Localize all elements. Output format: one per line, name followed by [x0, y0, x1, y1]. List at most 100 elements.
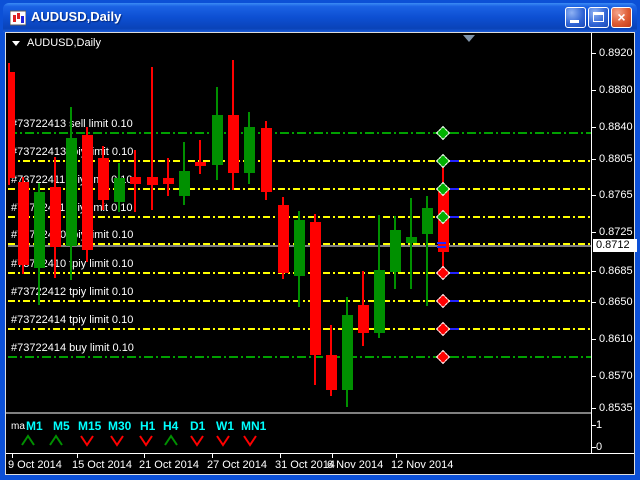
order-fill-tick	[450, 300, 459, 302]
candle	[261, 128, 272, 192]
candle	[50, 187, 61, 247]
timeframe-label-h4[interactable]: H4	[163, 419, 178, 433]
candle	[18, 182, 29, 265]
date-axis-label: 9 Oct 2014	[8, 459, 62, 471]
candle	[114, 178, 125, 202]
close-button[interactable]: ×	[611, 7, 632, 28]
order-fill-tick	[450, 216, 459, 218]
subwindow-scale-label: 0	[596, 441, 602, 453]
order-fill-tick	[450, 188, 459, 190]
timeframe-label-m1[interactable]: M1	[26, 419, 43, 433]
price-axis-label: 0.8920	[599, 47, 633, 59]
candle	[195, 162, 206, 166]
main-chart[interactable]: AUDUSD,Daily #73722413 sell limit 0.10#7…	[8, 33, 591, 413]
price-axis-label: 0.8840	[599, 121, 633, 133]
timeframe-label-d1[interactable]: D1	[190, 419, 205, 433]
date-axis-tick	[212, 454, 213, 458]
price-axis-tick	[591, 195, 596, 196]
order-line-label: #73722414 tpiy limit 0.10	[11, 314, 133, 327]
price-axis-tick	[591, 127, 596, 128]
candle	[228, 115, 239, 173]
order-entry-marker-icon	[436, 154, 450, 168]
title-bar[interactable]: AUDUSD,Daily	[3, 3, 637, 32]
arrow-up-icon	[20, 433, 36, 453]
order-fill-tick	[437, 242, 446, 244]
order-entry-marker-icon	[436, 266, 450, 280]
order-line[interactable]	[8, 328, 591, 330]
window-chart-icon[interactable]	[10, 10, 26, 26]
price-axis-tick	[591, 232, 596, 233]
candle	[34, 192, 45, 268]
arrow-up-icon	[163, 433, 179, 453]
close-icon: ×	[612, 9, 631, 26]
order-line-label: #73722412 tpiy limit 0.10	[11, 286, 133, 299]
current-price-badge: 0.8712	[593, 239, 637, 252]
candle-wick	[167, 158, 169, 196]
chevron-down-icon	[12, 41, 20, 46]
order-entry-marker-icon	[436, 350, 450, 364]
timeframe-label-h1[interactable]: H1	[140, 419, 155, 433]
order-line-label: #73722414 buy limit 0.10	[11, 342, 134, 355]
order-line[interactable]	[8, 160, 591, 162]
minimize-button[interactable]	[565, 7, 586, 28]
order-line[interactable]	[8, 188, 591, 190]
price-axis-tick	[591, 159, 596, 160]
timeframe-label-m30[interactable]: M30	[108, 419, 131, 433]
order-fill-tick	[450, 272, 459, 274]
price-axis-label: 0.8570	[599, 370, 633, 382]
order-entry-marker-icon	[436, 126, 450, 140]
timeframe-label-w1[interactable]: W1	[216, 419, 234, 433]
price-axis-tick	[591, 53, 596, 54]
candle-wick	[151, 67, 153, 210]
candle	[390, 230, 401, 272]
price-axis-label: 0.8535	[599, 402, 633, 414]
timeframe-label-m15[interactable]: M15	[78, 419, 101, 433]
order-line[interactable]	[8, 356, 591, 358]
price-axis-label: 0.8685	[599, 265, 633, 277]
price-axis-tick	[591, 339, 596, 340]
maximize-icon	[593, 12, 604, 22]
date-axis-label: 21 Oct 2014	[139, 459, 199, 471]
minimize-icon	[570, 20, 579, 23]
price-axis-tick	[591, 376, 596, 377]
candle	[66, 138, 77, 246]
symbol-label: AUDUSD,Daily	[27, 37, 101, 49]
price-axis-tick	[591, 90, 596, 91]
symbol-selector[interactable]: AUDUSD,Daily	[12, 37, 101, 49]
arrow-down-icon	[189, 433, 205, 453]
order-fill-tick	[450, 328, 459, 330]
candle	[358, 305, 369, 333]
date-axis-tick	[144, 454, 145, 458]
price-axis-label: 0.8650	[599, 296, 633, 308]
maximize-button[interactable]	[588, 7, 609, 28]
date-axis-tick	[12, 454, 13, 458]
timeframe-label-m5[interactable]: M5	[53, 419, 70, 433]
order-line[interactable]	[8, 132, 591, 134]
date-axis-tick	[396, 454, 397, 458]
price-axis-label: 0.8725	[599, 226, 633, 238]
candle	[130, 177, 141, 184]
price-axis-label: 0.8805	[599, 153, 633, 165]
arrow-down-icon	[215, 433, 231, 453]
candle	[147, 177, 158, 185]
candle	[406, 237, 417, 243]
order-line-label: #73722410 tpiy limit 0.10	[11, 258, 133, 271]
arrow-down-icon	[109, 433, 125, 453]
price-axis-label: 0.8765	[599, 189, 633, 201]
arrow-down-icon	[138, 433, 154, 453]
date-axis-label: 12 Nov 2014	[391, 459, 453, 471]
arrow-down-icon	[79, 433, 95, 453]
price-axis-label: 0.8610	[599, 333, 633, 345]
candle-wick	[199, 140, 201, 174]
date-axis-label: 27 Oct 2014	[207, 459, 267, 471]
candle	[310, 222, 321, 355]
candle	[326, 355, 337, 390]
subwindow-scale-tick	[591, 425, 596, 426]
indicator-subwindow: ma M1M5M15M30H1H4D1W1MN1	[6, 414, 591, 453]
timeframe-label-mn1[interactable]: MN1	[241, 419, 266, 433]
candle-wick	[410, 198, 412, 289]
date-axis-label: 15 Oct 2014	[72, 459, 132, 471]
candle	[179, 171, 190, 196]
window-title: AUDUSD,Daily	[31, 9, 121, 24]
price-axis-label: 0.8880	[599, 84, 633, 96]
